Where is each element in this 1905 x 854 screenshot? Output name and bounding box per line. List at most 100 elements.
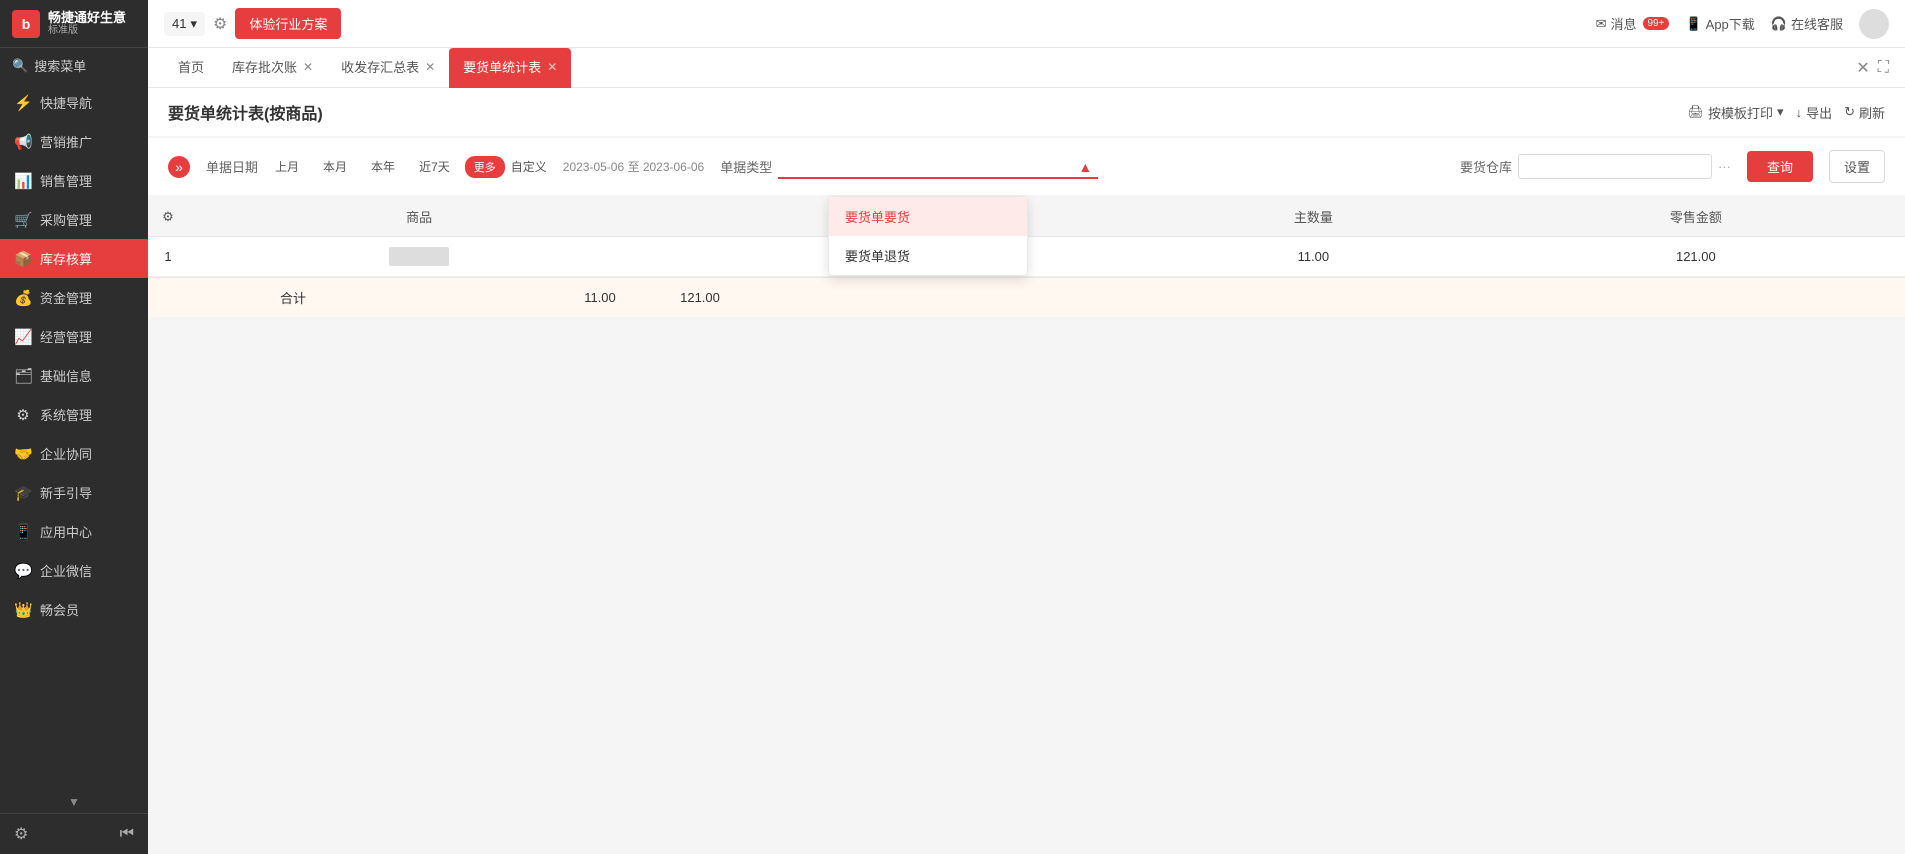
nav-item-guide[interactable]: 🎓 新手引导 (0, 473, 148, 512)
tab-stock-summary[interactable]: 收发存汇总表 ✕ (327, 48, 449, 88)
wechat-icon: 💬 (14, 562, 32, 580)
refresh-action[interactable]: ↻ 刷新 (1844, 103, 1885, 122)
inventory-icon: 📦 (14, 250, 32, 268)
tab-close-inventory-batch[interactable]: ✕ (303, 60, 313, 74)
footer-retail-amount: 121.00 (660, 290, 740, 305)
type-select-arrow-icon[interactable]: ▲ (1078, 159, 1092, 175)
nav-item-wechat[interactable]: 💬 企业微信 (0, 551, 148, 590)
refresh-label: 刷新 (1859, 103, 1885, 122)
tab-close-stock-summary[interactable]: ✕ (425, 60, 435, 74)
type-select-input[interactable] (778, 154, 1098, 179)
nav-item-quick[interactable]: ⚡ 快捷导航 (0, 83, 148, 122)
basic-icon: 🗂 (14, 367, 32, 385)
this-year-btn[interactable]: 本年 (362, 154, 404, 179)
more-dates-btn[interactable]: 更多 (465, 156, 505, 178)
warehouse-input[interactable] (1518, 154, 1712, 179)
app-download-action[interactable]: 📱 App下载 (1685, 14, 1754, 33)
col-settings[interactable]: ⚙ (148, 197, 188, 237)
logo-icon: b (12, 10, 40, 38)
export-label: 导出 (1806, 103, 1832, 122)
online-service-label: 在线客服 (1791, 14, 1843, 33)
finance-icon: 💰 (14, 289, 32, 307)
purchase-icon: 🛒 (14, 211, 32, 229)
dropdown-item-order[interactable]: 要货单要货 (829, 197, 1027, 236)
date-filter-label: 单据日期 (206, 157, 258, 176)
nav-item-marketing[interactable]: 📢 营销推广 (0, 122, 148, 161)
settings-bottom-icon[interactable]: ⚙ (14, 824, 28, 844)
messages-action[interactable]: ✉ 消息 99+ (1596, 14, 1670, 33)
warehouse-filter-label: 要货仓库 (1460, 157, 1512, 176)
nav-item-sales[interactable]: 📊 销售管理 (0, 161, 148, 200)
app-download-icon: 📱 (1685, 16, 1701, 32)
app-logo: b 畅捷通好生意 标准版 (0, 0, 148, 48)
tab-order-stats-label: 要货单统计表 (463, 57, 541, 76)
nav-item-inventory[interactable]: 📦 库存核算 (0, 239, 148, 278)
export-action[interactable]: ↓ 导出 (1796, 103, 1833, 122)
type-dropdown: 要货单要货 要货单退货 (828, 196, 1028, 276)
cell-index: 1 (148, 237, 188, 277)
messages-icon: ✉ (1596, 16, 1607, 32)
collapse-icon[interactable]: ⏮ (120, 825, 134, 843)
dropdown-item-return[interactable]: 要货单退货 (829, 236, 1027, 275)
page-header: 要货单统计表(按商品) 🖨 按模板打印 ▾ ↓ 导出 ↻ 刷新 (148, 88, 1905, 136)
tab-order-stats[interactable]: 要货单统计表 ✕ (449, 48, 571, 88)
date-range-buttons: 上月 本月 本年 近7天 更多 自定义 (266, 154, 547, 179)
nav-item-apps[interactable]: 📱 应用中心 (0, 512, 148, 551)
print-arrow-icon: ▾ (1777, 104, 1784, 120)
settings-button[interactable]: 设置 (1829, 150, 1885, 183)
footer-label: 合计 (160, 288, 320, 307)
system-icon: ⚙ (14, 406, 32, 424)
last-7-days-btn[interactable]: 近7天 (410, 154, 459, 179)
col-retail-amount: 零售金额 (1487, 197, 1905, 237)
tab-fullscreen-icon[interactable]: ⛶ (1878, 59, 1889, 77)
tab-home[interactable]: 首页 (164, 48, 218, 88)
avatar[interactable] (1859, 9, 1889, 39)
filter-expand-button[interactable]: » (168, 156, 190, 178)
tab-inventory-batch[interactable]: 库存批次账 ✕ (218, 48, 327, 88)
trial-button[interactable]: 体验行业方案 (235, 8, 341, 39)
sales-icon: 📊 (14, 172, 32, 190)
topbar-settings-icon[interactable]: ⚙ (213, 14, 227, 34)
cell-quantity: 11.00 (1140, 237, 1487, 277)
nav-item-member[interactable]: 👑 畅会员 (0, 590, 148, 629)
page-title: 要货单统计表(按商品) (168, 100, 323, 124)
table-footer: 合计 11.00 121.00 (148, 277, 1905, 317)
main-content: 41 ▾ ⚙ 体验行业方案 ✉ 消息 99+ 📱 App下载 🎧 在线客服 (148, 0, 1905, 854)
type-select-container: ▲ (778, 154, 1098, 179)
app-download-label: App下载 (1706, 14, 1755, 33)
nav-item-business[interactable]: 📈 经营管理 (0, 317, 148, 356)
member-icon: 👑 (14, 601, 32, 619)
tab-close-order-stats[interactable]: ✕ (547, 60, 557, 74)
topbar-right: ✉ 消息 99+ 📱 App下载 🎧 在线客服 (1596, 9, 1889, 39)
this-month-btn[interactable]: 本月 (314, 154, 356, 179)
export-icon: ↓ (1796, 105, 1803, 120)
nav-item-finance[interactable]: 💰 资金管理 (0, 278, 148, 317)
nav-item-system[interactable]: ⚙ 系统管理 (0, 395, 148, 434)
last-month-btn[interactable]: 上月 (266, 154, 308, 179)
collab-icon: 🤝 (14, 445, 32, 463)
footer-quantity-value: 11.00 (560, 290, 640, 305)
quick-icon: ⚡ (14, 94, 32, 112)
warehouse-more-icon[interactable]: ··· (1718, 159, 1731, 174)
search-menu-item[interactable]: 🔍 搜索菜单 (0, 48, 148, 83)
col-quantity: 主数量 (1140, 197, 1487, 237)
tab-controls: ✕ ⛶ (1856, 58, 1889, 78)
sidebar-scroll-down[interactable]: ▼ (0, 791, 148, 813)
print-action[interactable]: 🖨 按模板打印 ▾ (1688, 103, 1784, 122)
nav-item-collab[interactable]: 🤝 企业协同 (0, 434, 148, 473)
custom-date-btn[interactable]: 自定义 (511, 158, 547, 175)
col-goods: 商品 (188, 197, 650, 237)
warehouse-filter-group: 要货仓库 ··· (1460, 154, 1731, 179)
messages-badge: 99+ (1643, 17, 1670, 30)
business-icon: 📈 (14, 328, 32, 346)
online-service-action[interactable]: 🎧 在线客服 (1771, 14, 1843, 33)
date-filter-group: 单据日期 上月 本月 本年 近7天 更多 自定义 (206, 154, 547, 179)
print-label: 按模板打印 (1708, 103, 1773, 122)
guide-icon: 🎓 (14, 484, 32, 502)
store-selector[interactable]: 41 ▾ (164, 12, 205, 36)
query-button[interactable]: 查询 (1747, 151, 1813, 182)
nav-item-basic[interactable]: 🗂 基础信息 (0, 356, 148, 395)
topbar-left: 41 ▾ ⚙ 体验行业方案 (164, 8, 1584, 39)
tab-close-all-icon[interactable]: ✕ (1856, 58, 1869, 78)
nav-item-purchase[interactable]: 🛒 采购管理 (0, 200, 148, 239)
